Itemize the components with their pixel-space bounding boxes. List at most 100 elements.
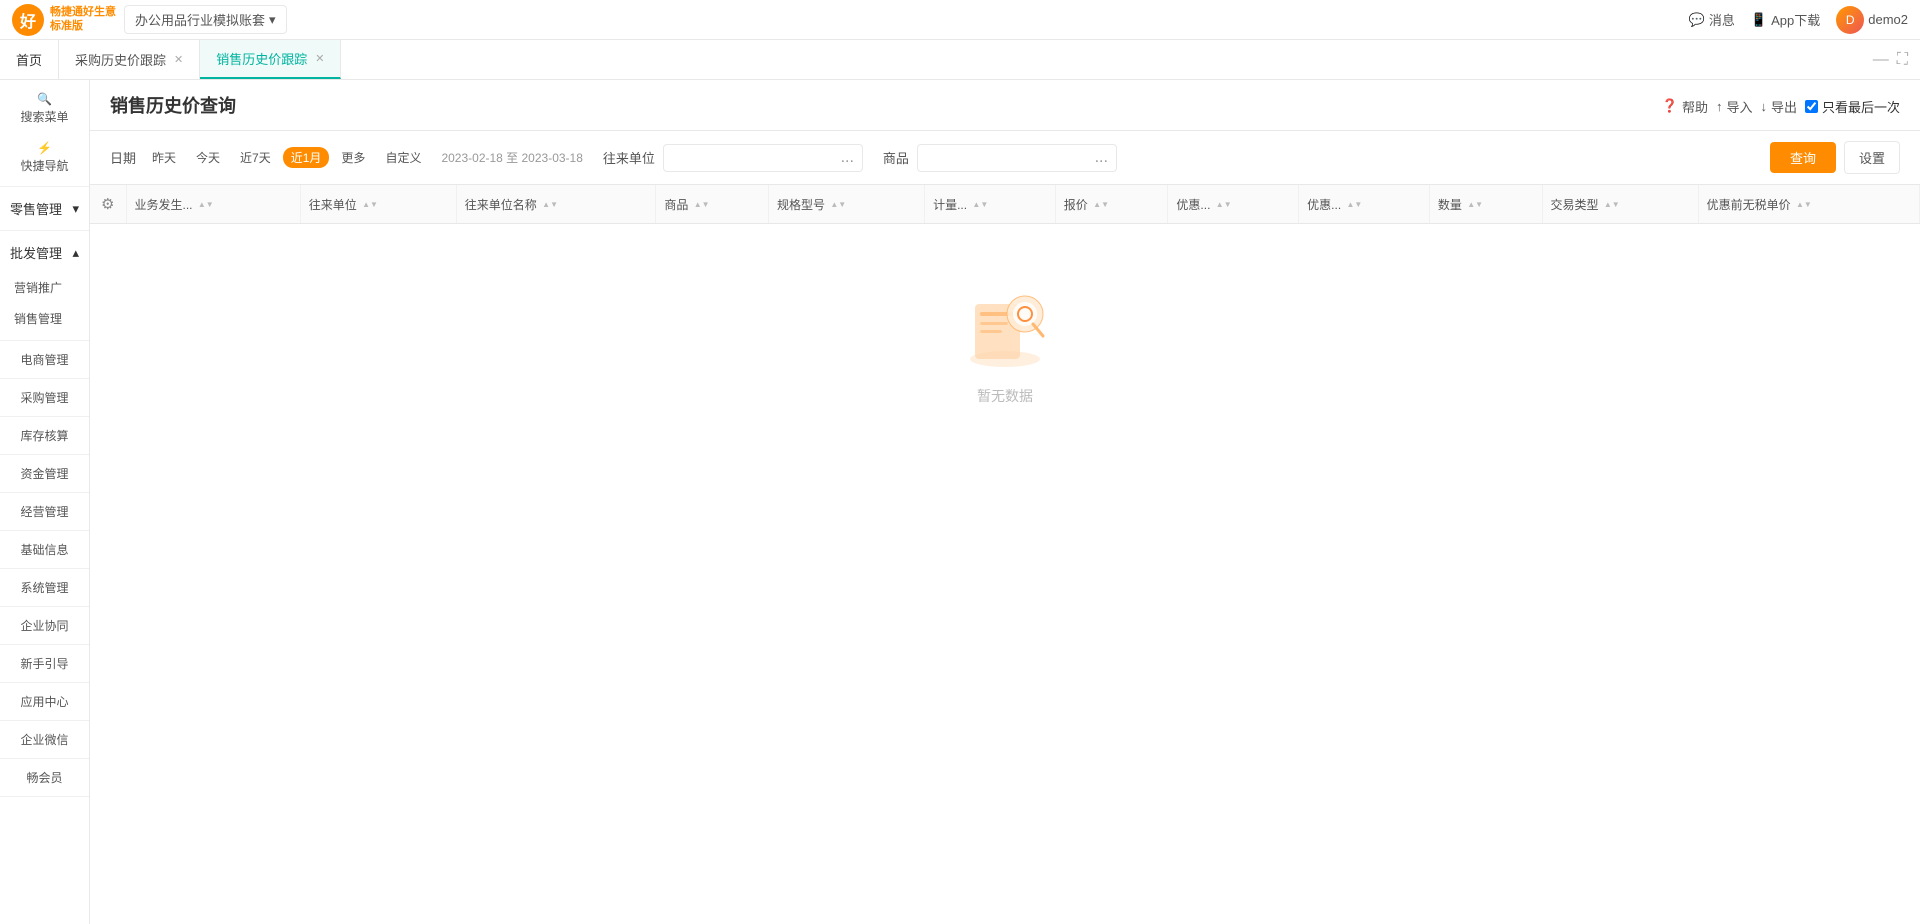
sidebar-item-system[interactable]: 系统管理 <box>0 569 89 607</box>
content-area: 销售历史价查询 ❓ 帮助 ↑ 导入 ↓ 导出 <box>90 80 1920 924</box>
th-biz-date[interactable]: 业务发生... ▲▼ <box>126 185 300 224</box>
avatar: D <box>1836 6 1864 34</box>
date-opt-today[interactable]: 今天 <box>188 147 228 168</box>
topbar: 好 畅捷通好生意 标准版 办公用品行业模拟账套 ▾ 💬 消息 📱 App下载 D… <box>0 0 1920 40</box>
th-settings: ⚙ <box>90 185 126 224</box>
import-icon: ↑ <box>1716 99 1723 114</box>
sidebar-item-search[interactable]: 🔍 搜索菜单 <box>0 84 89 133</box>
tab-actions: — ⛶ <box>1861 40 1920 79</box>
table-header-row: ⚙ 业务发生... ▲▼ 往来单位 ▲▼ 往来单位名称 <box>90 185 1920 224</box>
sort-icon: ▲▼ <box>972 201 988 209</box>
product-search-icon[interactable]: ... <box>1095 149 1108 167</box>
settings-button[interactable]: 设置 <box>1844 141 1900 174</box>
sort-icon: ▲▼ <box>1216 201 1232 209</box>
date-opt-7days[interactable]: 近7天 <box>232 147 279 168</box>
import-btn[interactable]: ↑ 导入 <box>1716 97 1753 116</box>
maximize-button[interactable]: ⛶ <box>1897 51 1908 69</box>
th-unit[interactable]: 计量... ▲▼ <box>925 185 1056 224</box>
empty-text: 暂无数据 <box>977 386 1033 406</box>
tab-sales-history[interactable]: 销售历史价跟踪 ✕ <box>200 40 341 79</box>
date-options: 昨天 今天 近7天 近1月 更多 自定义 <box>144 147 429 168</box>
tab-purchase-history[interactable]: 采购历史价跟踪 ✕ <box>59 40 200 79</box>
date-range-display: 2023-02-18 至 2023-03-18 <box>441 149 582 166</box>
page-header-row: 销售历史价查询 ❓ 帮助 ↑ 导入 ↓ 导出 <box>110 92 1900 120</box>
gear-icon[interactable]: ⚙ <box>101 196 114 213</box>
sort-icon: ▲▼ <box>830 201 846 209</box>
sort-icon: ▲▼ <box>1796 201 1812 209</box>
header-actions: ❓ 帮助 ↑ 导入 ↓ 导出 只看最后一次 <box>1662 97 1900 116</box>
th-product[interactable]: 商品 ▲▼ <box>656 185 769 224</box>
partner-label: 往来单位 <box>603 148 655 167</box>
sidebar-item-member[interactable]: 畅会员 <box>0 759 89 797</box>
sidebar-item-operation[interactable]: 经营管理 <box>0 493 89 531</box>
sidebar-item-wechat[interactable]: 企业微信 <box>0 721 89 759</box>
close-purchase-tab-icon[interactable]: ✕ <box>174 53 183 66</box>
sort-icon: ▲▼ <box>694 201 710 209</box>
th-spec[interactable]: 规格型号 ▲▼ <box>768 185 924 224</box>
sidebar-item-newbie[interactable]: 新手引导 <box>0 645 89 683</box>
export-icon: ↓ <box>1760 99 1767 114</box>
user-menu[interactable]: D demo2 <box>1836 6 1908 34</box>
date-opt-more[interactable]: 更多 <box>333 147 373 168</box>
partner-search-icon[interactable]: ... <box>841 149 854 167</box>
th-discount2[interactable]: 优惠... ▲▼ <box>1299 185 1430 224</box>
sort-icon: ▲▼ <box>1347 201 1363 209</box>
sidebar-wholesale-header[interactable]: 批发管理 ▴ <box>0 235 89 270</box>
message-btn[interactable]: 💬 消息 <box>1689 10 1735 29</box>
sort-icon: ▲▼ <box>542 201 558 209</box>
sidebar-item-marketing[interactable]: 营销推广 <box>0 272 89 303</box>
date-label: 日期 <box>110 148 136 167</box>
tab-home[interactable]: 首页 <box>0 40 59 79</box>
sidebar-item-sales-mgmt[interactable]: 销售管理 <box>0 303 89 334</box>
sidebar-item-purchase[interactable]: 采购管理 <box>0 379 89 417</box>
filter-area: 日期 昨天 今天 近7天 近1月 更多 自定义 2023-02-18 至 202… <box>90 131 1920 185</box>
sidebar-retail-header[interactable]: 零售管理 ▾ <box>0 191 89 226</box>
partner-input[interactable]: ... <box>663 144 863 172</box>
th-quote-price[interactable]: 报价 ▲▼ <box>1055 185 1168 224</box>
sidebar-item-ecommerce[interactable]: 电商管理 <box>0 341 89 379</box>
help-btn[interactable]: ❓ 帮助 <box>1662 97 1708 116</box>
chevron-down-icon: ▾ <box>72 201 79 217</box>
filter-date-group: 日期 昨天 今天 近7天 近1月 更多 自定义 2023-02-18 至 202… <box>110 147 583 168</box>
query-button[interactable]: 查询 <box>1770 142 1836 173</box>
logo-text: 畅捷通好生意 标准版 <box>50 6 116 32</box>
th-quantity[interactable]: 数量 ▲▼ <box>1429 185 1542 224</box>
topbar-right: 💬 消息 📱 App下载 D demo2 <box>1689 6 1908 34</box>
date-opt-custom[interactable]: 自定义 <box>377 147 429 168</box>
sidebar-item-apps[interactable]: 应用中心 <box>0 683 89 721</box>
chevron-up-icon: ▴ <box>72 245 79 261</box>
th-discount1[interactable]: 优惠... ▲▼ <box>1168 185 1299 224</box>
th-trade-type[interactable]: 交易类型 ▲▼ <box>1542 185 1698 224</box>
sort-icon: ▲▼ <box>1093 201 1109 209</box>
sidebar-section-retail: 零售管理 ▾ <box>0 187 89 231</box>
date-opt-yesterday[interactable]: 昨天 <box>144 147 184 168</box>
sidebar-item-shortcut[interactable]: ⚡ 快捷导航 <box>0 133 89 182</box>
sort-icon: ▲▼ <box>1467 201 1483 209</box>
message-icon: 💬 <box>1689 12 1705 28</box>
only-last-input[interactable] <box>1805 100 1818 113</box>
page-header: 销售历史价查询 ❓ 帮助 ↑ 导入 ↓ 导出 <box>90 80 1920 131</box>
logo-icon: 好 <box>12 4 44 36</box>
th-partner-code[interactable]: 往来单位 ▲▼ <box>300 185 456 224</box>
only-last-checkbox[interactable]: 只看最后一次 <box>1805 97 1900 116</box>
filter-partner-group: 往来单位 ... <box>603 144 863 172</box>
export-btn[interactable]: ↓ 导出 <box>1760 97 1797 116</box>
sidebar-item-finance[interactable]: 资金管理 <box>0 455 89 493</box>
empty-state: 暂无数据 <box>90 224 1920 466</box>
app-download-btn[interactable]: 📱 App下载 <box>1751 10 1820 29</box>
date-opt-1month[interactable]: 近1月 <box>283 147 330 168</box>
sidebar-item-inventory[interactable]: 库存核算 <box>0 417 89 455</box>
sort-icon: ▲▼ <box>362 201 378 209</box>
sidebar-item-basic[interactable]: 基础信息 <box>0 531 89 569</box>
minimize-button[interactable]: — <box>1873 51 1889 69</box>
product-input[interactable]: ... <box>917 144 1117 172</box>
th-partner-name[interactable]: 往来单位名称 ▲▼ <box>456 185 656 224</box>
sidebar-wholesale-sub: 营销推广 销售管理 <box>0 270 89 336</box>
close-sales-tab-icon[interactable]: ✕ <box>315 52 324 65</box>
product-label: 商品 <box>883 148 909 167</box>
table-container: ⚙ 业务发生... ▲▼ 往来单位 ▲▼ 往来单位名称 <box>90 185 1920 924</box>
workspace-selector[interactable]: 办公用品行业模拟账套 ▾ <box>124 5 287 34</box>
sidebar-item-enterprise[interactable]: 企业协同 <box>0 607 89 645</box>
logo-area: 好 畅捷通好生意 标准版 <box>12 4 116 36</box>
th-pre-discount-price[interactable]: 优惠前无税单价 ▲▼ <box>1698 185 1919 224</box>
